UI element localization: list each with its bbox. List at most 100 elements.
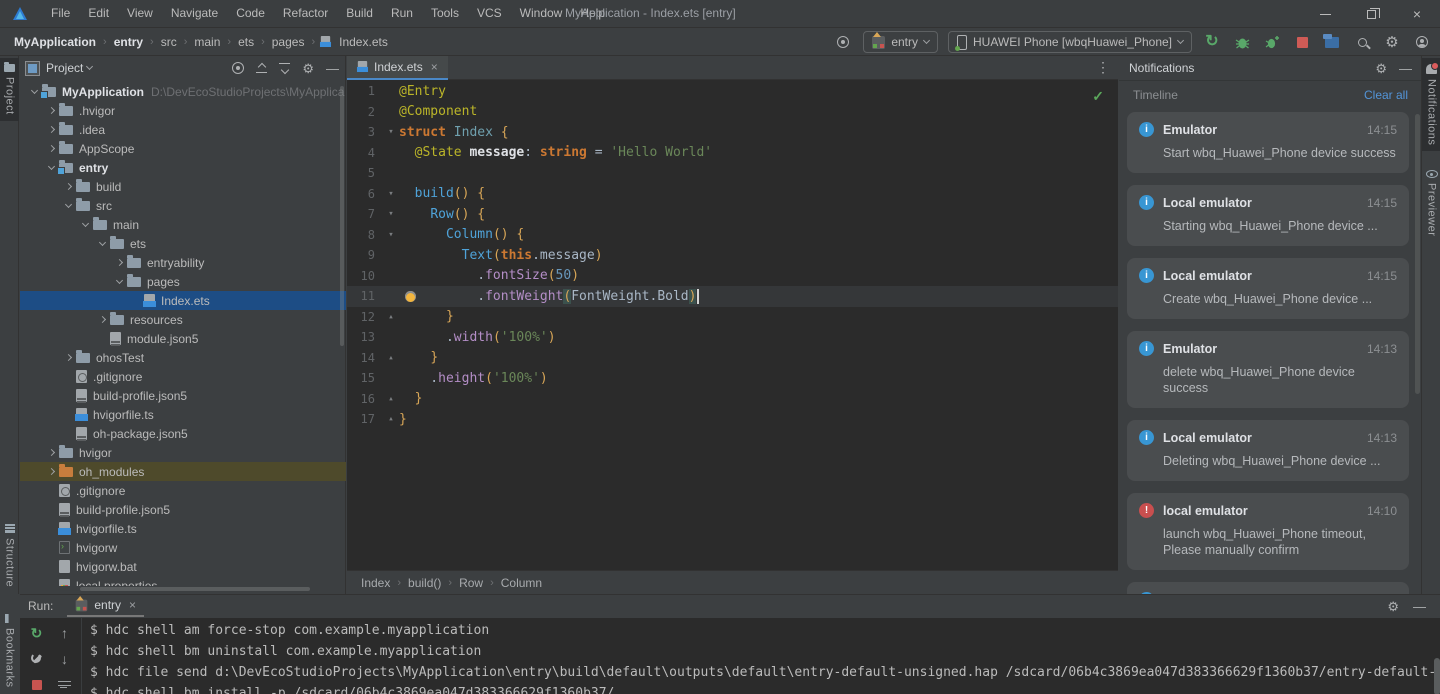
hide-panel-icon[interactable]: — — [326, 62, 339, 75]
line-number[interactable]: 6 — [347, 187, 383, 201]
code-line-8[interactable]: 8▾ Column() { — [347, 225, 1118, 246]
locate-file-icon[interactable] — [232, 62, 244, 74]
line-number[interactable]: 15 — [347, 371, 383, 385]
line-number[interactable]: 14 — [347, 351, 383, 365]
code-line-6[interactable]: 6▾ build() { — [347, 184, 1118, 205]
stop-button[interactable] — [1292, 32, 1312, 52]
hide-panel-icon[interactable]: — — [1399, 62, 1412, 75]
expand-arrow-icon[interactable] — [111, 280, 127, 283]
code-line-9[interactable]: 9 Text(this.message) — [347, 245, 1118, 266]
tree-row--idea[interactable]: .idea — [20, 120, 346, 139]
breadcrumb-item[interactable]: MyApplication — [12, 35, 98, 49]
tree-row-hvigorw[interactable]: hvigorw — [20, 538, 346, 557]
menu-item-refactor[interactable]: Refactor — [274, 0, 337, 27]
tree-row-oh-package-json5[interactable]: oh-package.json5 — [20, 424, 346, 443]
code-line-4[interactable]: 4 @State message: string = 'Hello World' — [347, 143, 1118, 164]
line-number[interactable]: 17 — [347, 412, 383, 426]
expand-arrow-icon[interactable] — [43, 108, 59, 113]
expand-arrow-icon[interactable] — [43, 469, 59, 474]
menu-item-build[interactable]: Build — [337, 0, 382, 27]
expand-all-icon[interactable] — [256, 63, 267, 73]
sidebar-item-previewer[interactable]: Previewer — [1422, 164, 1440, 242]
tree-row--hvigor[interactable]: .hvigor — [20, 101, 346, 120]
tree-row-entry[interactable]: entry — [20, 158, 346, 177]
line-number[interactable]: 3 — [347, 125, 383, 139]
expand-arrow-icon[interactable] — [77, 223, 93, 226]
line-number[interactable]: 4 — [347, 146, 383, 160]
target-icon[interactable] — [833, 32, 853, 52]
fold-marker-icon[interactable]: ▾ — [383, 230, 399, 240]
tree-row-myapplication[interactable]: MyApplicationD:\DevEcoStudioProjects\MyA… — [20, 82, 346, 101]
debug-button[interactable] — [1232, 32, 1252, 52]
horizontal-scrollbar[interactable] — [80, 587, 310, 591]
editor-breadcrumb-item[interactable]: build() — [406, 576, 443, 590]
profile-button[interactable] — [1412, 32, 1432, 52]
device-selector[interactable]: HUAWEI Phone [wbqHuawei_Phone] — [948, 31, 1192, 53]
expand-arrow-icon[interactable] — [60, 204, 76, 207]
tree-row-hvigorfile-ts[interactable]: hvigorfile.ts — [20, 519, 346, 538]
code-area[interactable]: 1@Entry2@Component3▾struct Index {4 @Sta… — [347, 81, 1118, 570]
hide-panel-icon[interactable]: — — [1413, 600, 1426, 613]
code-line-13[interactable]: 13 .width('100%') — [347, 327, 1118, 348]
breadcrumb-item[interactable]: pages — [270, 35, 307, 49]
tree-row-hvigorfile-ts[interactable]: hvigorfile.ts — [20, 405, 346, 424]
vertical-scrollbar[interactable] — [1434, 658, 1440, 694]
tree-row--gitignore[interactable]: .gitignore — [20, 481, 346, 500]
expand-arrow-icon[interactable] — [94, 242, 110, 245]
code-line-10[interactable]: 10 .fontSize(50) — [347, 266, 1118, 287]
code-line-7[interactable]: 7▾ Row() { — [347, 204, 1118, 225]
restore-button[interactable] — [1348, 0, 1394, 28]
tree-row-ohostest[interactable]: ohosTest — [20, 348, 346, 367]
vertical-scrollbar[interactable] — [340, 86, 344, 346]
menu-item-vcs[interactable]: VCS — [468, 0, 511, 27]
fold-marker-icon[interactable]: ▾ — [383, 127, 399, 137]
close-tab-icon[interactable]: × — [129, 598, 136, 612]
up-arrow-icon[interactable]: ↑ — [61, 625, 68, 641]
collapse-all-icon[interactable] — [279, 63, 290, 73]
expand-arrow-icon[interactable] — [43, 127, 59, 132]
run-tab-entry[interactable]: entry × — [67, 595, 144, 617]
expand-arrow-icon[interactable] — [43, 146, 59, 151]
gear-icon[interactable]: ⚙ — [1387, 600, 1399, 613]
menu-item-navigate[interactable]: Navigate — [162, 0, 227, 27]
clear-all-link[interactable]: Clear all — [1364, 88, 1408, 102]
menu-item-code[interactable]: Code — [227, 0, 274, 27]
line-number[interactable]: 5 — [347, 166, 383, 180]
breadcrumb-item[interactable]: entry — [112, 35, 145, 49]
sidebar-item-project[interactable]: Project — [0, 58, 19, 121]
line-number[interactable]: 2 — [347, 105, 383, 119]
tree-row-entryability[interactable]: entryability — [20, 253, 346, 272]
line-number[interactable]: 12 — [347, 310, 383, 324]
fold-marker-icon[interactable]: ▾ — [383, 209, 399, 219]
fold-marker-icon[interactable]: ▴ — [383, 394, 399, 404]
rerun-button[interactable]: ↻ — [1202, 32, 1222, 52]
expand-arrow-icon[interactable] — [60, 355, 76, 360]
tree-row-appscope[interactable]: AppScope — [20, 139, 346, 158]
tree-row--gitignore[interactable]: .gitignore — [20, 367, 346, 386]
code-line-14[interactable]: 14▴ } — [347, 348, 1118, 369]
intention-bulb-icon[interactable] — [405, 291, 416, 302]
fold-marker-icon[interactable]: ▴ — [383, 312, 399, 322]
chevron-down-icon[interactable] — [86, 63, 93, 70]
tree-row-hvigor[interactable]: hvigor — [20, 443, 346, 462]
device-manager-button[interactable] — [1322, 32, 1342, 52]
tree-row-oh-modules[interactable]: oh_modules — [20, 462, 346, 481]
editor-options-icon[interactable]: ⋮ — [1096, 59, 1110, 76]
breadcrumb-item[interactable]: Index.ets — [337, 35, 390, 49]
code-line-11[interactable]: 11 .fontWeight(FontWeight.Bold) — [347, 286, 1118, 307]
code-line-15[interactable]: 15 .height('100%') — [347, 368, 1118, 389]
expand-arrow-icon[interactable] — [43, 450, 59, 455]
line-number[interactable]: 8 — [347, 228, 383, 242]
fold-marker-icon[interactable]: ▾ — [383, 189, 399, 199]
breadcrumb-item[interactable]: ets — [236, 35, 256, 49]
code-line-16[interactable]: 16▴ } — [347, 389, 1118, 410]
sidebar-item-notifications[interactable]: Notifications — [1422, 58, 1440, 151]
fold-marker-icon[interactable]: ▴ — [383, 353, 399, 363]
tree-row-main[interactable]: main — [20, 215, 346, 234]
line-number[interactable]: 13 — [347, 330, 383, 344]
menu-item-view[interactable]: View — [118, 0, 162, 27]
menu-item-tools[interactable]: Tools — [422, 0, 468, 27]
fold-marker-icon[interactable]: ▴ — [383, 414, 399, 424]
menu-item-file[interactable]: File — [42, 0, 79, 27]
inspection-ok-icon[interactable]: ✓ — [1092, 88, 1104, 105]
